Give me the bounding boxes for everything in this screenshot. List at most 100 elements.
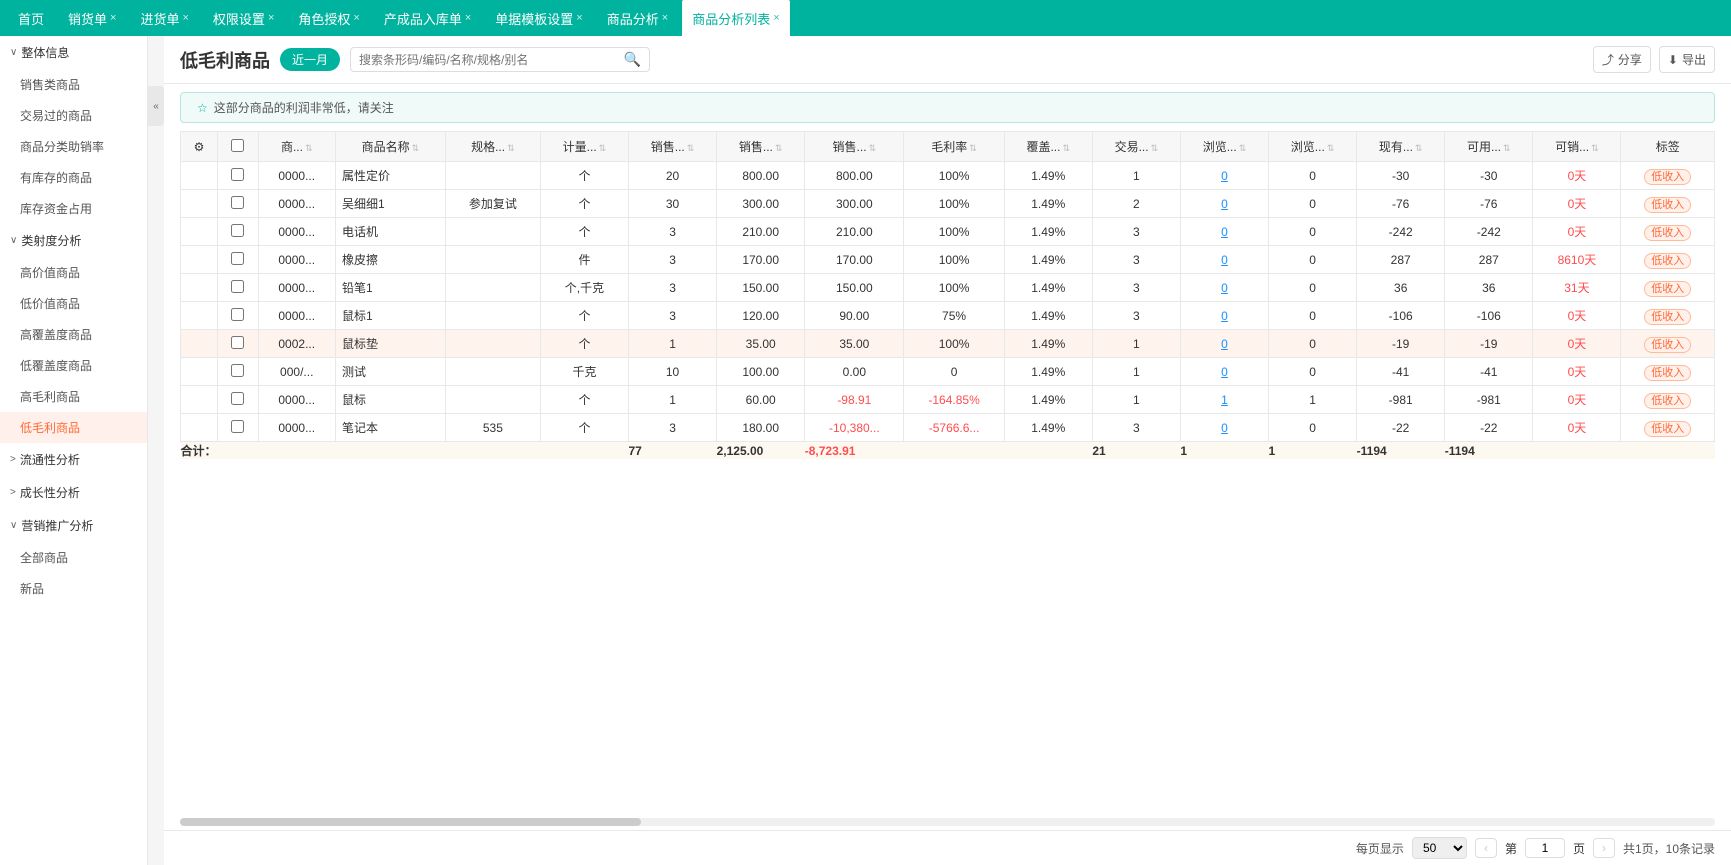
- nav-item-销货单[interactable]: 销货单 ×: [58, 0, 126, 36]
- sidebar-item-高毛利商品[interactable]: 高毛利商品: [0, 381, 147, 412]
- nav-item-产成品入库单[interactable]: 产成品入库单 ×: [374, 0, 481, 36]
- col-saleable[interactable]: 可销...⇅: [1533, 132, 1621, 162]
- prev-page-button[interactable]: ‹: [1475, 838, 1497, 858]
- sidebar-item-低价值商品[interactable]: 低价值商品: [0, 288, 147, 319]
- row-browse1[interactable]: 0: [1180, 190, 1268, 218]
- col-settings[interactable]: ⚙: [181, 132, 218, 162]
- row-browse1[interactable]: 0: [1180, 414, 1268, 442]
- sidebar-item-低覆盖度商品[interactable]: 低覆盖度商品: [0, 350, 147, 381]
- row-check[interactable]: [231, 224, 244, 237]
- search-icon[interactable]: 🔍: [624, 51, 641, 68]
- nav-item-首页[interactable]: 首页: [8, 0, 54, 36]
- col-sales-qty[interactable]: 销售...⇅: [629, 132, 717, 162]
- col-gross-margin[interactable]: 毛利率⇅: [904, 132, 1004, 162]
- row-check[interactable]: [231, 392, 244, 405]
- row-checkbox[interactable]: [218, 246, 259, 274]
- settings-icon[interactable]: ⚙: [194, 140, 205, 154]
- col-code[interactable]: 商...⇅: [258, 132, 335, 162]
- col-browse1[interactable]: 浏览...⇅: [1180, 132, 1268, 162]
- row-checkbox[interactable]: [218, 414, 259, 442]
- row-check[interactable]: [231, 420, 244, 433]
- col-available[interactable]: 可用...⇅: [1445, 132, 1533, 162]
- col-trade[interactable]: 交易...⇅: [1092, 132, 1180, 162]
- share-button[interactable]: ⤴ 分享: [1593, 46, 1651, 73]
- sidebar-item-高价值商品[interactable]: 高价值商品: [0, 257, 147, 288]
- sidebar-item-商品分类助销率[interactable]: 商品分类助销率: [0, 131, 147, 162]
- row-browse1[interactable]: 0: [1180, 274, 1268, 302]
- page-number-input[interactable]: [1525, 838, 1565, 858]
- filter-button[interactable]: 近一月: [280, 48, 340, 71]
- col-sales-profit[interactable]: 销售...⇅: [805, 132, 904, 162]
- row-check[interactable]: [231, 168, 244, 181]
- row-browse1[interactable]: 0: [1180, 302, 1268, 330]
- col-browse2[interactable]: 浏览...⇅: [1269, 132, 1357, 162]
- nav-item-商品分析列表[interactable]: 商品分析列表 ×: [682, 0, 789, 36]
- nav-item-角色授权[interactable]: 角色授权 ×: [288, 0, 369, 36]
- sidebar-collapse-btn[interactable]: «: [148, 86, 164, 126]
- col-unit[interactable]: 计量...⇅: [540, 132, 628, 162]
- row-check[interactable]: [231, 280, 244, 293]
- sidebar-group-营销推广分析[interactable]: ∨营销推广分析: [0, 509, 147, 542]
- col-coverage[interactable]: 覆盖...⇅: [1004, 132, 1092, 162]
- row-check[interactable]: [231, 364, 244, 377]
- nav-close-icon[interactable]: ×: [110, 12, 116, 24]
- nav-item-商品分析[interactable]: 商品分析 ×: [597, 0, 678, 36]
- col-name[interactable]: 商品名称⇅: [335, 132, 445, 162]
- notice-icon: ☆: [197, 101, 208, 115]
- row-name: 铅笔1: [335, 274, 445, 302]
- sidebar-item-交易过的商品[interactable]: 交易过的商品: [0, 100, 147, 131]
- row-checkbox[interactable]: [218, 274, 259, 302]
- select-all-checkbox[interactable]: [231, 139, 244, 152]
- search-input[interactable]: [359, 53, 624, 67]
- footer-empty8: [1621, 442, 1715, 460]
- row-checkbox[interactable]: [218, 302, 259, 330]
- sidebar-item-高覆盖度商品[interactable]: 高覆盖度商品: [0, 319, 147, 350]
- nav-item-进货单[interactable]: 进货单 ×: [130, 0, 198, 36]
- row-browse1[interactable]: 1: [1180, 386, 1268, 414]
- scrollbar-thumb[interactable]: [180, 818, 641, 826]
- nav-close-icon[interactable]: ×: [182, 12, 188, 24]
- export-button[interactable]: ⬇ 导出: [1659, 46, 1715, 73]
- nav-close-icon[interactable]: ×: [773, 12, 779, 24]
- row-checkbox[interactable]: [218, 330, 259, 358]
- nav-close-icon[interactable]: ×: [662, 12, 668, 24]
- col-current-stock[interactable]: 现有...⇅: [1357, 132, 1445, 162]
- nav-close-icon[interactable]: ×: [353, 12, 359, 24]
- row-check[interactable]: [231, 252, 244, 265]
- page-size-select[interactable]: 50 20 100: [1412, 837, 1467, 859]
- col-sales-price[interactable]: 销售...⇅: [717, 132, 805, 162]
- row-checkbox[interactable]: [218, 218, 259, 246]
- row-browse1[interactable]: 0: [1180, 358, 1268, 386]
- nav-close-icon[interactable]: ×: [268, 12, 274, 24]
- row-name: 测试: [335, 358, 445, 386]
- sidebar-group-整体信息[interactable]: ∨整体信息: [0, 36, 147, 69]
- nav-item-单据模板设置[interactable]: 单据模板设置 ×: [485, 0, 592, 36]
- row-check[interactable]: [231, 308, 244, 321]
- row-browse1[interactable]: 0: [1180, 330, 1268, 358]
- sidebar-group-类射度分析[interactable]: ∨类射度分析: [0, 224, 147, 257]
- sidebar-item-新品[interactable]: 新品: [0, 573, 147, 604]
- row-check[interactable]: [231, 196, 244, 209]
- row-checkbox[interactable]: [218, 358, 259, 386]
- row-browse1[interactable]: 0: [1180, 218, 1268, 246]
- sidebar-item-有库存的商品[interactable]: 有库存的商品: [0, 162, 147, 193]
- col-spec[interactable]: 规格...⇅: [445, 132, 540, 162]
- sidebar-group-成长性分析[interactable]: >成长性分析: [0, 476, 147, 509]
- sidebar-group-流通性分析[interactable]: >流通性分析: [0, 443, 147, 476]
- row-check[interactable]: [231, 336, 244, 349]
- nav-close-icon[interactable]: ×: [576, 12, 582, 24]
- sidebar-item-全部商品[interactable]: 全部商品: [0, 542, 147, 573]
- row-checkbox[interactable]: [218, 386, 259, 414]
- row-checkbox[interactable]: [218, 190, 259, 218]
- sidebar-item-销售类商品[interactable]: 销售类商品: [0, 69, 147, 100]
- row-browse1[interactable]: 0: [1180, 246, 1268, 274]
- row-browse1[interactable]: 0: [1180, 162, 1268, 190]
- next-page-button[interactable]: ›: [1593, 838, 1615, 858]
- horizontal-scrollbar[interactable]: [180, 818, 1715, 826]
- row-saleable: 31天: [1533, 274, 1621, 302]
- sidebar-item-低毛利商品[interactable]: 低毛利商品: [0, 412, 147, 443]
- sidebar-item-库存资金占用[interactable]: 库存资金占用: [0, 193, 147, 224]
- row-checkbox[interactable]: [218, 162, 259, 190]
- nav-close-icon[interactable]: ×: [465, 12, 471, 24]
- nav-item-权限设置[interactable]: 权限设置 ×: [203, 0, 284, 36]
